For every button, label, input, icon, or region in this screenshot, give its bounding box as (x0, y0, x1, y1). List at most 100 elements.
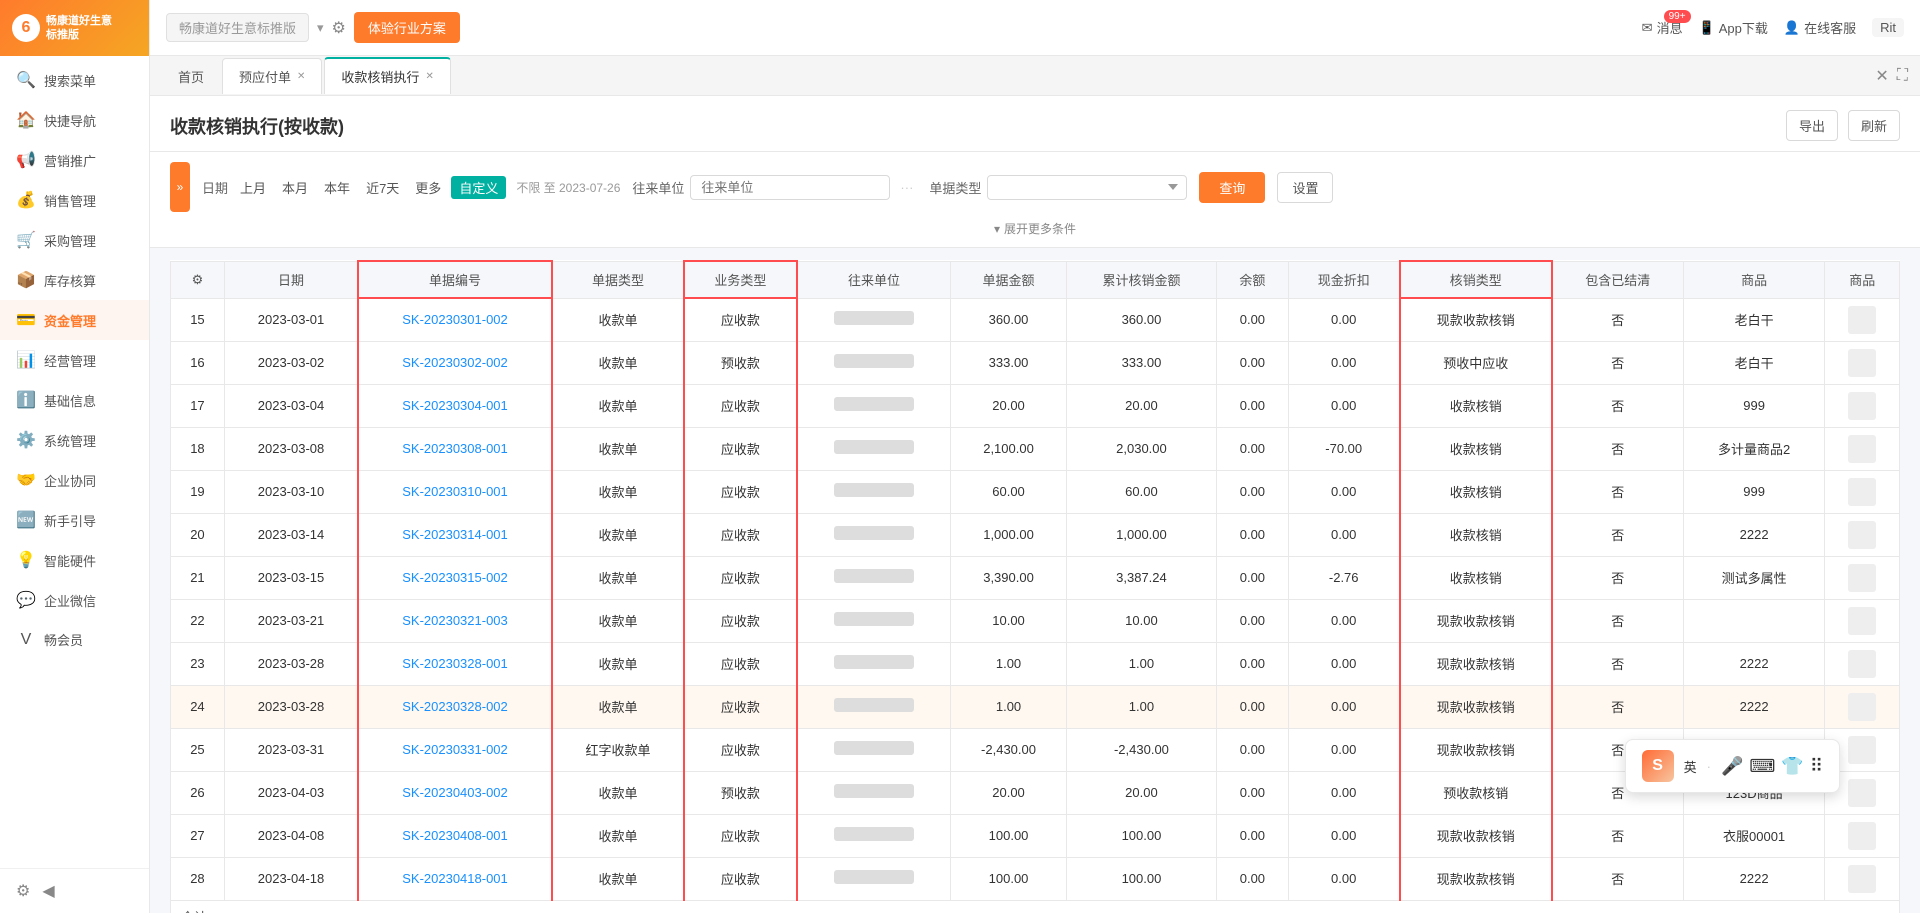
export-button[interactable]: 导出 (1786, 110, 1838, 141)
expand-more-button[interactable]: ▾ 展开更多条件 (994, 220, 1076, 237)
tab-home[interactable]: 首页 (162, 59, 220, 94)
close-tab-icon[interactable]: ✕ (1875, 66, 1888, 86)
voucher-no-link[interactable]: SK-20230328-002 (402, 699, 508, 714)
col-header-settings[interactable]: ⚙ (171, 261, 225, 298)
voucher-no-link[interactable]: SK-20230314-001 (402, 527, 508, 542)
cell-voucher_no[interactable]: SK-20230403-002 (358, 771, 552, 814)
cell-voucher_type: 收款单 (552, 513, 684, 556)
sidebar-item-inventory[interactable]: 📦库存核算 (0, 260, 149, 300)
date-btn-更多[interactable]: 更多 (409, 176, 447, 199)
topbar-app-name: 畅康道好生意标推版 (166, 13, 309, 42)
sidebar-icon-hardware: 💡 (16, 550, 36, 570)
clothes-icon[interactable]: 👕 (1781, 756, 1803, 777)
sidebar-item-enterprise[interactable]: 🤝企业协同 (0, 460, 149, 500)
voucher-no-link[interactable]: SK-20230321-003 (402, 613, 508, 628)
cell-partner (797, 685, 951, 728)
topbar: 畅康道好生意标推版 ▾ ⚙ 体验行业方案 ✉ 消息 99+ 📱 App下载 👤 … (150, 0, 1920, 56)
cell-voucher_no[interactable]: SK-20230331-002 (358, 728, 552, 771)
cell-settings: 28 (171, 857, 225, 900)
date-btn-上月[interactable]: 上月 (234, 176, 272, 199)
voucher-no-link[interactable]: SK-20230315-002 (402, 570, 508, 585)
cell-voucher_no[interactable]: SK-20230315-002 (358, 556, 552, 599)
topbar-gear-icon[interactable]: ⚙ (332, 18, 346, 38)
sidebar-label-search: 搜索菜单 (44, 71, 96, 90)
sidebar-item-operations[interactable]: 📊经营管理 (0, 340, 149, 380)
partner-masked (834, 354, 914, 368)
expand-tab-icon[interactable]: ⛶ (1897, 66, 1908, 86)
cell-product: 999 (1683, 470, 1825, 513)
setting-button[interactable]: 设置 (1277, 172, 1333, 203)
settings-footer-icon[interactable]: ⚙ (16, 881, 30, 901)
cell-voucher_no[interactable]: SK-20230408-001 (358, 814, 552, 857)
filter-voucher-type-label: 单据类型 (929, 178, 981, 197)
sidebar-item-wechat[interactable]: 💬企业微信 (0, 580, 149, 620)
date-btn-custom[interactable]: 自定义 (451, 176, 506, 199)
date-btn-本月[interactable]: 本月 (276, 176, 314, 199)
online-service-button[interactable]: 👤 在线客服 (1784, 18, 1856, 37)
table-row: 192023-03-10SK-20230310-001收款单应收款60.0060… (171, 470, 1900, 513)
voucher-no-link[interactable]: SK-20230403-002 (402, 785, 508, 800)
voucher-no-link[interactable]: SK-20230331-002 (402, 742, 508, 757)
refresh-button[interactable]: 刷新 (1848, 110, 1900, 141)
voucher-no-link[interactable]: SK-20230301-002 (402, 312, 508, 327)
cell-voucher_no[interactable]: SK-20230328-002 (358, 685, 552, 728)
solution-button[interactable]: 体验行业方案 (354, 12, 460, 43)
sidebar-item-search[interactable]: 🔍搜索菜单 (0, 60, 149, 100)
cell-product2 (1825, 556, 1900, 599)
filter-expand-arrow[interactable]: » (170, 162, 190, 212)
filter-voucher-type-select[interactable] (987, 175, 1187, 200)
sidebar-item-marketing[interactable]: 📢营销推广 (0, 140, 149, 180)
collapse-footer-icon[interactable]: ◀ (42, 881, 54, 901)
tab-close-collect-verify[interactable]: ✕ (425, 71, 433, 82)
sidebar-item-guide[interactable]: 🆕新手引导 (0, 500, 149, 540)
cell-voucher_no[interactable]: SK-20230301-002 (358, 298, 552, 341)
query-button[interactable]: 查询 (1199, 172, 1265, 203)
voucher-no-link[interactable]: SK-20230418-001 (402, 871, 508, 886)
cell-biz_type: 预收款 (684, 341, 796, 384)
sidebar-item-purchase[interactable]: 🛒采购管理 (0, 220, 149, 260)
sidebar-item-finance[interactable]: 💳资金管理 (0, 300, 149, 340)
voucher-no-link[interactable]: SK-20230328-001 (402, 656, 508, 671)
cell-voucher_no[interactable]: SK-20230328-001 (358, 642, 552, 685)
cell-voucher_no[interactable]: SK-20230310-001 (358, 470, 552, 513)
cell-voucher_no[interactable]: SK-20230302-002 (358, 341, 552, 384)
date-btn-本年[interactable]: 本年 (318, 176, 356, 199)
cell-voucher_no[interactable]: SK-20230418-001 (358, 857, 552, 900)
tab-payable[interactable]: 预应付单✕ (222, 58, 322, 94)
microphone-icon[interactable]: 🎤 (1721, 756, 1743, 777)
keyboard-icon[interactable]: ⌨ (1749, 756, 1775, 777)
table-container: ⚙日期单据编号单据类型业务类型往来单位单据金额累计核销金额余额现金折扣核销类型包… (150, 248, 1920, 913)
voucher-no-link[interactable]: SK-20230408-001 (402, 828, 508, 843)
cell-voucher_no[interactable]: SK-20230321-003 (358, 599, 552, 642)
cell-verify_type: 预收款核销 (1400, 771, 1552, 814)
cell-voucher_no[interactable]: SK-20230304-001 (358, 384, 552, 427)
grid-icon[interactable]: ⠿ (1810, 756, 1823, 777)
sidebar-label-member: 畅会员 (44, 630, 83, 649)
sidebar-item-system[interactable]: ⚙️系统管理 (0, 420, 149, 460)
sidebar-icon-marketing: 📢 (16, 150, 36, 170)
voucher-no-link[interactable]: SK-20230310-001 (402, 484, 508, 499)
cell-voucher_no[interactable]: SK-20230308-001 (358, 427, 552, 470)
sidebar-item-basic[interactable]: ℹ️基础信息 (0, 380, 149, 420)
tab-collect-verify[interactable]: 收款核销执行✕ (324, 57, 450, 94)
product-thumbnail (1848, 607, 1876, 635)
cell-voucher_no[interactable]: SK-20230314-001 (358, 513, 552, 556)
filter-partner-input[interactable] (690, 175, 890, 200)
cell-settings: 19 (171, 470, 225, 513)
sidebar-item-member[interactable]: V畅会员 (0, 620, 149, 659)
cell-partner (797, 642, 951, 685)
tab-close-payable[interactable]: ✕ (297, 71, 305, 82)
sidebar-item-hardware[interactable]: 💡智能硬件 (0, 540, 149, 580)
message-button[interactable]: ✉ 消息 99+ (1642, 18, 1683, 37)
sidebar-item-sales[interactable]: 💰销售管理 (0, 180, 149, 220)
sidebar-label-wechat: 企业微信 (44, 591, 96, 610)
voucher-no-link[interactable]: SK-20230308-001 (402, 441, 508, 456)
voucher-no-link[interactable]: SK-20230302-002 (402, 355, 508, 370)
cell-product2 (1825, 341, 1900, 384)
tabs-bar: 首页预应付单✕收款核销执行✕ ✕ ⛶ (150, 56, 1920, 96)
app-download-button[interactable]: 📱 App下载 (1699, 18, 1768, 37)
date-btn-近7天[interactable]: 近7天 (360, 176, 405, 199)
cell-settings: 20 (171, 513, 225, 556)
voucher-no-link[interactable]: SK-20230304-001 (402, 398, 508, 413)
sidebar-item-quick-nav[interactable]: 🏠快捷导航 (0, 100, 149, 140)
